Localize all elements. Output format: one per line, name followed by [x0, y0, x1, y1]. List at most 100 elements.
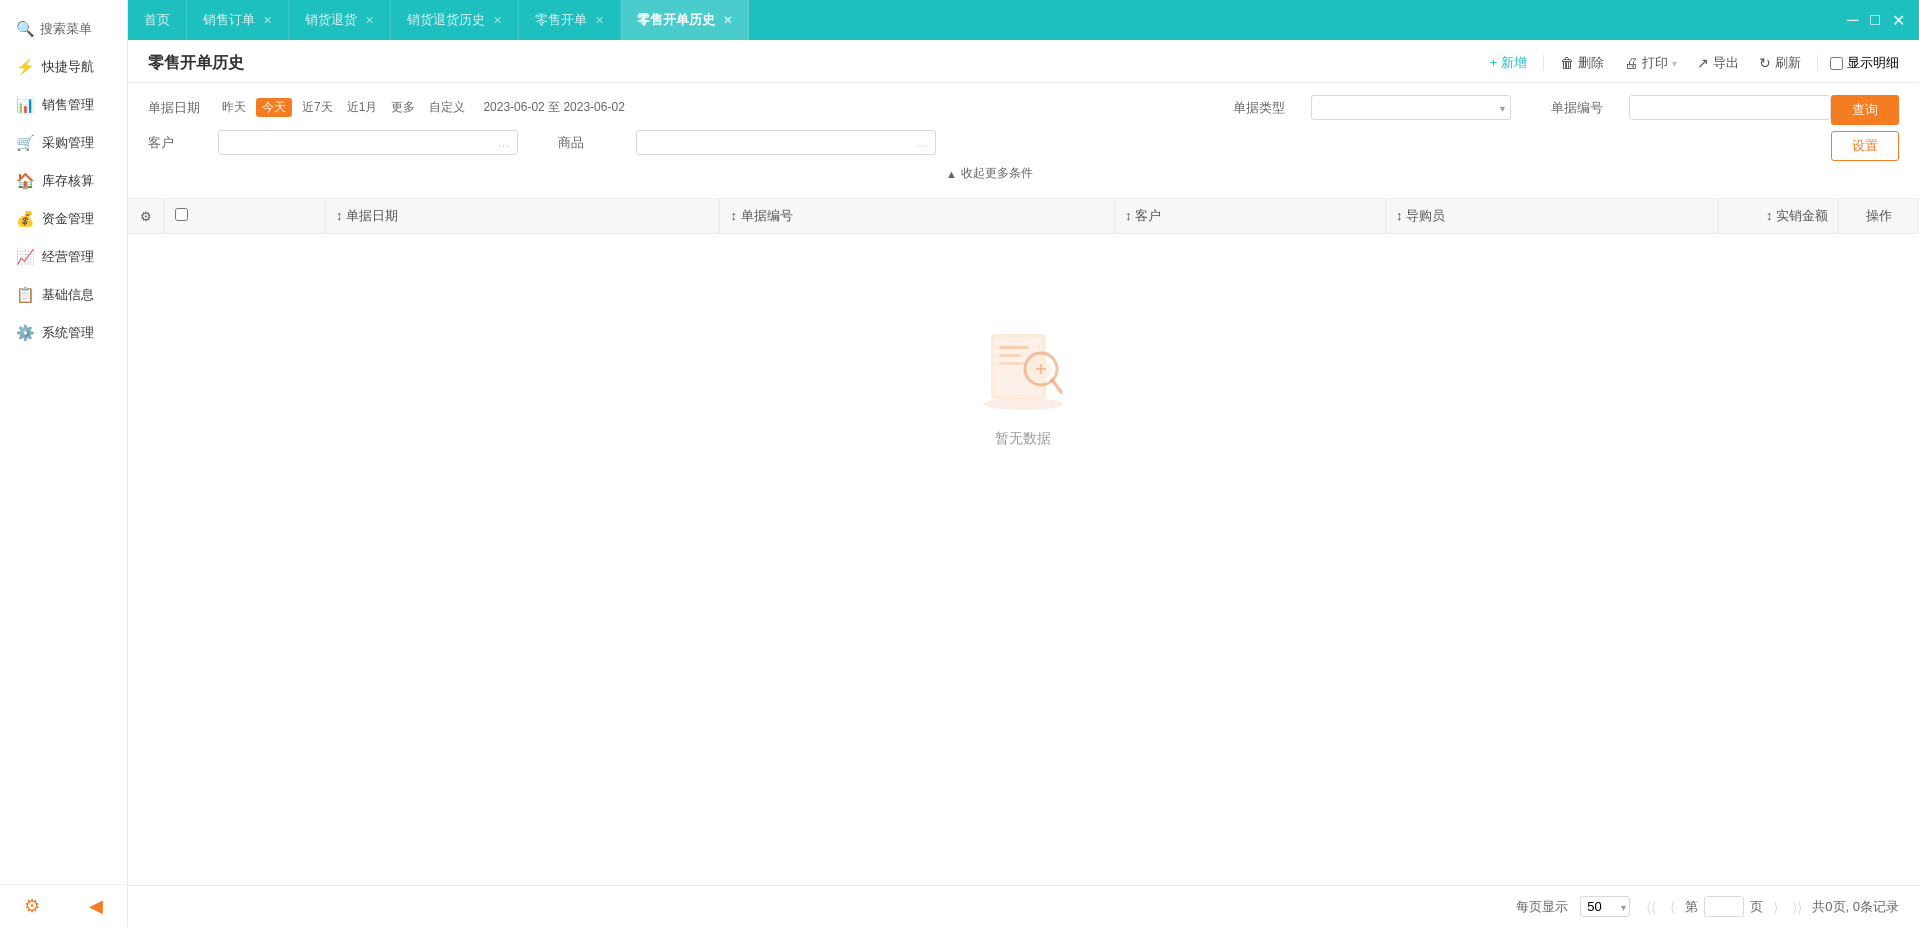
- search-icon: 🔍: [16, 20, 34, 38]
- svg-rect-4: [999, 354, 1021, 357]
- date-yesterday-btn[interactable]: 昨天: [218, 98, 250, 117]
- sidebar-item-inventory[interactable]: 🏠 库存核算: [0, 162, 127, 200]
- bill-number-input[interactable]: [1629, 95, 1831, 120]
- minimize-button[interactable]: ─: [1843, 9, 1862, 31]
- th-settings[interactable]: ⚙: [128, 199, 164, 234]
- settings-button[interactable]: 设置: [1831, 131, 1899, 161]
- print-dropdown-icon[interactable]: ▾: [1672, 58, 1677, 69]
- sidebar-item-quick-nav[interactable]: ⚡ 快捷导航: [0, 48, 127, 86]
- sidebar-item-label: 采购管理: [42, 134, 94, 152]
- tab-sales-order[interactable]: 销售订单 ✕: [187, 0, 289, 40]
- close-window-button[interactable]: ✕: [1888, 9, 1909, 32]
- th-action: 操作: [1839, 199, 1919, 234]
- customer-filter-label: 客户: [148, 134, 218, 152]
- sidebar-item-sales-mgmt[interactable]: 📊 销售管理: [0, 86, 127, 124]
- tab-sales-order-close[interactable]: ✕: [263, 14, 272, 27]
- first-page-button[interactable]: ⟨⟨: [1642, 897, 1660, 917]
- tab-retail-open[interactable]: 零售开单 ✕: [519, 0, 621, 40]
- sidebar-bottom: ⚙ ◀: [0, 884, 127, 927]
- date-filter-label: 单据日期: [148, 99, 218, 117]
- tab-sales-order-label: 销售订单: [203, 11, 255, 29]
- page-size-select[interactable]: 10 20 50 100: [1580, 896, 1630, 917]
- new-button[interactable]: + 新增: [1486, 52, 1531, 74]
- th-guide-label: ↕ 导购员: [1396, 207, 1445, 225]
- filter-row-date: 单据日期 昨天 今天 近7天 近1月 更多 自定义 2023-06-02 至 2…: [148, 95, 1831, 120]
- inventory-icon: 🏠: [16, 172, 34, 190]
- goods-input[interactable]: ...: [636, 130, 936, 155]
- customer-input[interactable]: ...: [218, 130, 518, 155]
- tab-home[interactable]: 首页: [128, 0, 187, 40]
- th-date[interactable]: ↕ 单据日期: [325, 199, 720, 234]
- svg-rect-5: [999, 362, 1025, 365]
- tab-retail-open-history-close[interactable]: ✕: [723, 14, 732, 27]
- sidebar-item-label: 资金管理: [42, 210, 94, 228]
- bill-type-select[interactable]: [1311, 95, 1511, 120]
- sidebar-item-sys-mgmt[interactable]: ⚙️ 系统管理: [0, 314, 127, 352]
- sidebar-item-label: 库存核算: [42, 172, 94, 190]
- query-button[interactable]: 查询: [1831, 95, 1899, 125]
- empty-state: 暂无数据: [128, 234, 1919, 488]
- finance-icon: 💰: [16, 210, 34, 228]
- date-custom-btn[interactable]: 自定义: [425, 98, 469, 117]
- toolbar: + 新增 🗑 删除 🖨 打印 ▾ ↗ 导出 ↻ 刷新: [1486, 52, 1899, 74]
- sidebar: 🔍 搜索菜单 ⚡ 快捷导航 📊 销售管理 🛒 采购管理 🏠 库存核算 💰 资金管…: [0, 0, 128, 927]
- prev-page-button[interactable]: ⟨: [1666, 897, 1679, 917]
- page-size-label: 每页显示: [1516, 898, 1568, 916]
- search-menu-label: 搜索菜单: [40, 20, 92, 38]
- page-unit: 页: [1750, 898, 1763, 916]
- print-button[interactable]: 🖨 打印 ▾: [1620, 52, 1681, 74]
- tab-retail-open-label: 零售开单: [535, 11, 587, 29]
- export-button[interactable]: ↗ 导出: [1693, 52, 1743, 74]
- last-page-button[interactable]: ⟩⟩: [1788, 897, 1806, 917]
- collapse-sidebar-button[interactable]: ◀: [89, 895, 103, 917]
- export-button-label: 导出: [1713, 54, 1739, 72]
- sidebar-item-label: 销售管理: [42, 96, 94, 114]
- search-menu[interactable]: 🔍 搜索菜单: [0, 10, 127, 48]
- sidebar-item-label: 基础信息: [42, 286, 94, 304]
- tab-sales-return[interactable]: 销货退货 ✕: [289, 0, 391, 40]
- th-customer[interactable]: ↕ 客户: [1114, 199, 1385, 234]
- sidebar-item-purchase-mgmt[interactable]: 🛒 采购管理: [0, 124, 127, 162]
- goods-filter: 商品 ...: [558, 130, 936, 155]
- page-number-input[interactable]: 1: [1704, 896, 1744, 917]
- sidebar-item-finance[interactable]: 💰 资金管理: [0, 200, 127, 238]
- th-checkbox[interactable]: [164, 199, 325, 234]
- refresh-button[interactable]: ↻ 刷新: [1755, 52, 1805, 74]
- sidebar-item-basic-info[interactable]: 📋 基础信息: [0, 276, 127, 314]
- sys-mgmt-icon: ⚙️: [16, 324, 34, 342]
- settings-gear-button[interactable]: ⚙: [24, 895, 40, 917]
- th-action-label: 操作: [1866, 208, 1892, 223]
- tab-sales-return-history-close[interactable]: ✕: [493, 14, 502, 27]
- th-number[interactable]: ↕ 单据编号: [720, 199, 1115, 234]
- display-detail-checkbox[interactable]: [1830, 57, 1843, 70]
- tab-retail-open-close[interactable]: ✕: [595, 14, 604, 27]
- date-7days-btn[interactable]: 近7天: [298, 98, 337, 117]
- table-body: 暂无数据: [128, 234, 1919, 489]
- tab-retail-open-history[interactable]: 零售开单历史 ✕: [621, 0, 749, 40]
- collapse-up-icon: ▲: [946, 168, 957, 180]
- sidebar-item-operations[interactable]: 📈 经营管理: [0, 238, 127, 276]
- date-more-btn[interactable]: 更多: [387, 98, 419, 117]
- next-page-button[interactable]: ⟩: [1769, 897, 1782, 917]
- main-area: 首页 销售订单 ✕ 销货退货 ✕ 销货退货历史 ✕ 零售开单 ✕ 零售开单历史 …: [128, 0, 1919, 927]
- th-number-label: ↕ 单据编号: [730, 207, 792, 225]
- bill-type-label: 单据类型: [1233, 99, 1303, 117]
- tab-sales-return-close[interactable]: ✕: [365, 14, 374, 27]
- tab-sales-return-label: 销货退货: [305, 11, 357, 29]
- th-amount[interactable]: ↕ 实销金额: [1719, 199, 1839, 234]
- refresh-button-label: 刷新: [1775, 54, 1801, 72]
- collapse-filter-btn[interactable]: ▲ 收起更多条件: [148, 165, 1831, 182]
- table-settings-icon[interactable]: ⚙: [140, 209, 152, 224]
- select-all-checkbox[interactable]: [175, 208, 188, 221]
- tab-home-label: 首页: [144, 11, 170, 29]
- date-1month-btn[interactable]: 近1月: [343, 98, 382, 117]
- page-size-wrap: 10 20 50 100: [1580, 896, 1630, 917]
- maximize-button[interactable]: □: [1866, 9, 1884, 31]
- svg-line-8: [1052, 380, 1061, 392]
- date-today-btn[interactable]: 今天: [256, 98, 292, 117]
- display-detail-toggle[interactable]: 显示明细: [1830, 54, 1899, 72]
- svg-point-0: [983, 398, 1063, 410]
- th-guide[interactable]: ↕ 导购员: [1386, 199, 1719, 234]
- delete-button[interactable]: 🗑 删除: [1556, 52, 1608, 74]
- tab-sales-return-history[interactable]: 销货退货历史 ✕: [391, 0, 519, 40]
